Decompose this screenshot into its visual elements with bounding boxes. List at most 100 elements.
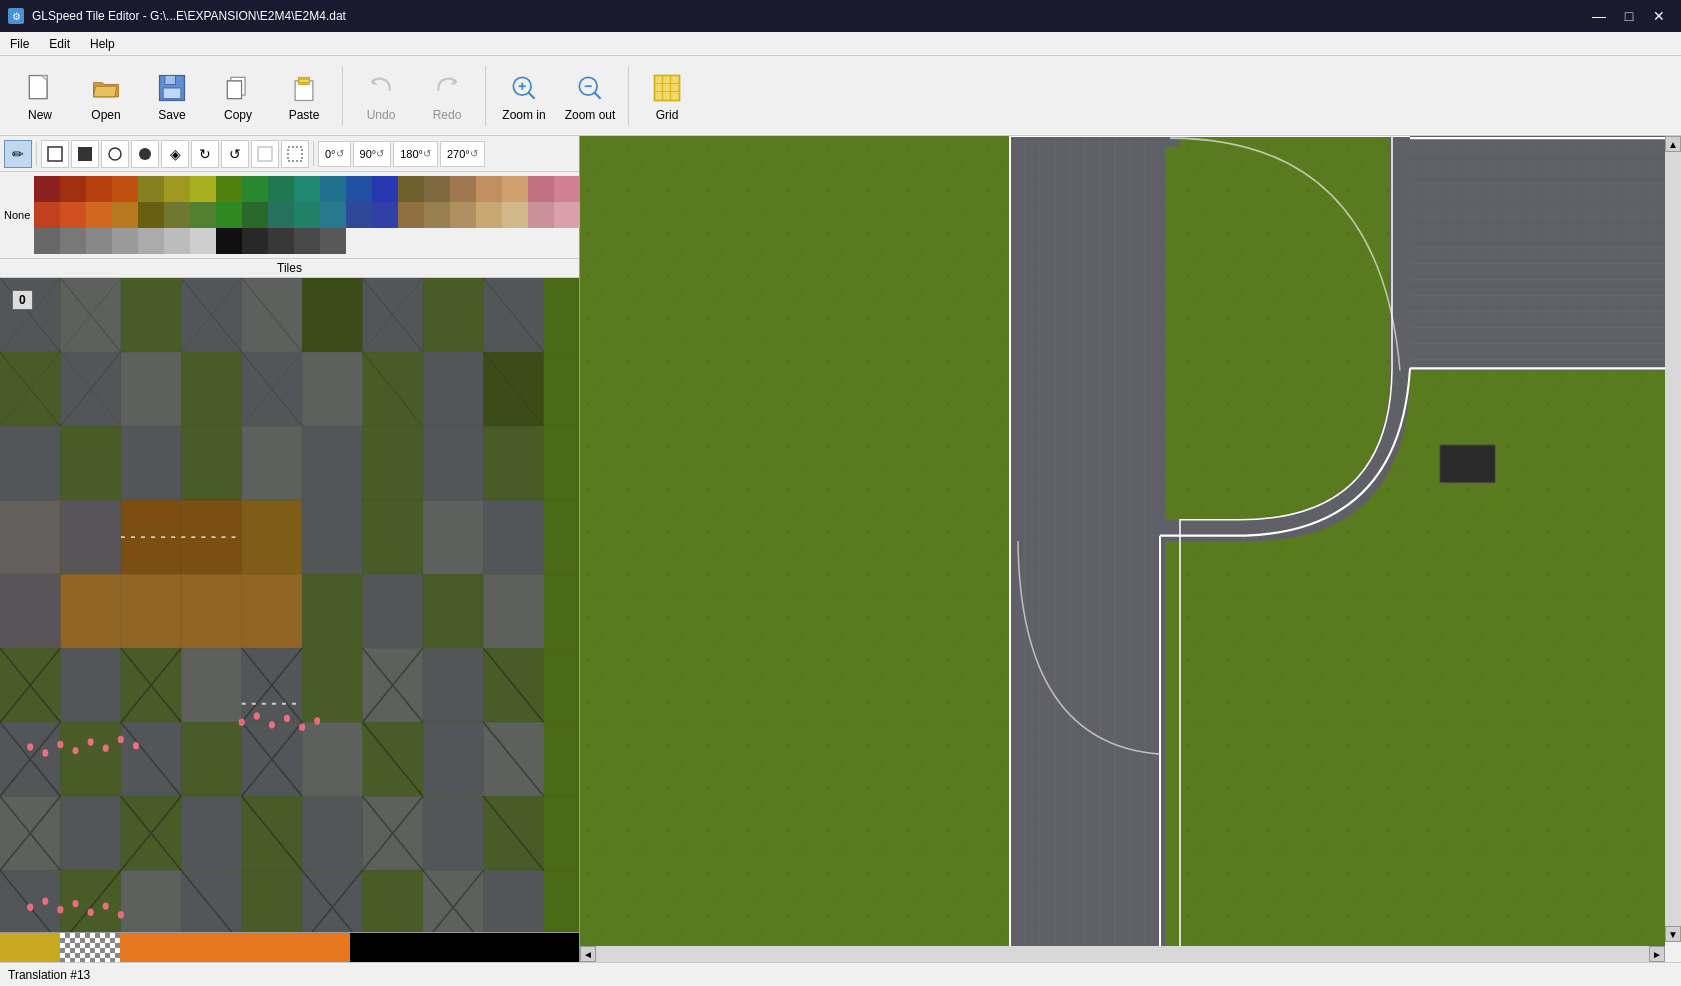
rotation-180-btn[interactable]: 180° ↺ <box>393 141 438 167</box>
swatch-r1c12[interactable] <box>320 176 346 202</box>
toolbar-sep-1 <box>342 66 343 126</box>
swatch-r2c16[interactable] <box>424 202 450 228</box>
pencil-tool[interactable]: ✏ <box>4 140 32 168</box>
swatch-r2c6[interactable] <box>164 202 190 228</box>
maximize-button[interactable]: □ <box>1615 6 1643 26</box>
swatch-r1c11[interactable] <box>294 176 320 202</box>
swatch-r1c16[interactable] <box>424 176 450 202</box>
swatch-r3c11[interactable] <box>294 228 320 254</box>
circle-outline-tool[interactable] <box>101 140 129 168</box>
swatch-r1c2[interactable] <box>60 176 86 202</box>
save-button[interactable]: Save <box>140 61 204 131</box>
menu-help[interactable]: Help <box>80 35 125 53</box>
swatch-r1c14[interactable] <box>372 176 398 202</box>
swatch-r1c18[interactable] <box>476 176 502 202</box>
bottom-black-swatch[interactable] <box>350 933 580 962</box>
swatch-r1c10[interactable] <box>268 176 294 202</box>
menu-edit[interactable]: Edit <box>39 35 80 53</box>
swatch-r2c17[interactable] <box>450 202 476 228</box>
scroll-down-arrow[interactable]: ▼ <box>1665 926 1681 942</box>
title-bar: ⚙ GLSpeed Tile Editor - G:\...E\EXPANSIO… <box>0 0 1681 32</box>
new-button[interactable]: New <box>8 61 72 131</box>
circle-fill-tool[interactable] <box>131 140 159 168</box>
swatch-r3c9[interactable] <box>242 228 268 254</box>
bottom-checker-swatch[interactable] <box>60 933 120 962</box>
swatch-r2c20[interactable] <box>528 202 554 228</box>
fill-tool[interactable]: ◈ <box>161 140 189 168</box>
swatch-r3c5[interactable] <box>138 228 164 254</box>
swatch-r1c15[interactable] <box>398 176 424 202</box>
swatch-r1c19[interactable] <box>502 176 528 202</box>
rotation-90-btn[interactable]: 90° ↺ <box>353 141 392 167</box>
swatch-r3c7[interactable] <box>190 228 216 254</box>
rotation-0-btn[interactable]: 0° ↺ <box>318 141 351 167</box>
swatch-r2c14[interactable] <box>372 202 398 228</box>
swatch-r2c9[interactable] <box>242 202 268 228</box>
swatch-r2c10[interactable] <box>268 202 294 228</box>
swatch-r1c13[interactable] <box>346 176 372 202</box>
scroll-up-arrow[interactable]: ▲ <box>1665 136 1681 152</box>
swatch-r3c8[interactable] <box>216 228 242 254</box>
swatch-r2c7[interactable] <box>190 202 216 228</box>
tiles-canvas[interactable]: 0 <box>0 278 579 932</box>
swatch-r2c18[interactable] <box>476 202 502 228</box>
svg-rect-88 <box>483 426 543 500</box>
swatch-r3c1[interactable] <box>34 228 60 254</box>
swatch-r2c4[interactable] <box>112 202 138 228</box>
swatch-r1c21[interactable] <box>554 176 580 202</box>
swatch-r2c1[interactable] <box>34 202 60 228</box>
rect-fill-tool[interactable] <box>71 140 99 168</box>
swatch-r2c5[interactable] <box>138 202 164 228</box>
swatch-r2c21[interactable] <box>554 202 580 228</box>
swatch-r1c7[interactable] <box>190 176 216 202</box>
copy-button[interactable]: Copy <box>206 61 270 131</box>
scroll-track-horizontal[interactable] <box>596 946 1649 962</box>
swatch-r1c3[interactable] <box>86 176 112 202</box>
swatch-r2c13[interactable] <box>346 202 372 228</box>
toolbar-sep-2 <box>485 66 486 126</box>
swatch-r3c6[interactable] <box>164 228 190 254</box>
swatch-r1c5[interactable] <box>138 176 164 202</box>
scroll-track-vertical[interactable] <box>1665 152 1681 926</box>
swatch-r2c11[interactable] <box>294 202 320 228</box>
swatch-r3c10[interactable] <box>268 228 294 254</box>
swatch-r1c1[interactable] <box>34 176 60 202</box>
viewport-canvas[interactable] <box>580 136 1665 946</box>
swatch-r1c17[interactable] <box>450 176 476 202</box>
rotation-270-btn[interactable]: 270° ↺ <box>440 141 485 167</box>
menu-file[interactable]: File <box>0 35 39 53</box>
swatch-r2c15[interactable] <box>398 202 424 228</box>
eraser-tool[interactable] <box>251 140 279 168</box>
select-tool[interactable] <box>281 140 309 168</box>
swatch-r2c19[interactable] <box>502 202 528 228</box>
redo-button: Redo <box>415 61 479 131</box>
swatch-r3c12[interactable] <box>320 228 346 254</box>
swatch-r3c4[interactable] <box>112 228 138 254</box>
swatch-r1c9[interactable] <box>242 176 268 202</box>
swatch-r2c8[interactable] <box>216 202 242 228</box>
swatch-r2c12[interactable] <box>320 202 346 228</box>
swatch-r1c6[interactable] <box>164 176 190 202</box>
minimize-button[interactable]: — <box>1585 6 1613 26</box>
swatch-r3c3[interactable] <box>86 228 112 254</box>
bottom-orange-swatch[interactable] <box>120 933 350 962</box>
swatch-r3c2[interactable] <box>60 228 86 254</box>
scroll-right-arrow[interactable]: ► <box>1649 946 1665 962</box>
bottom-yellow-swatch[interactable] <box>0 933 60 962</box>
grid-button[interactable]: Grid <box>635 61 699 131</box>
zoom-out-button[interactable]: Zoom out <box>558 61 622 131</box>
swatch-r2c3[interactable] <box>86 202 112 228</box>
swatch-r1c20[interactable] <box>528 176 554 202</box>
swatch-r2c2[interactable] <box>60 202 86 228</box>
zoom-in-button[interactable]: Zoom in <box>492 61 556 131</box>
open-button[interactable]: Open <box>74 61 138 131</box>
rotate-cw-tool[interactable]: ↻ <box>191 140 219 168</box>
svg-rect-65 <box>302 352 362 426</box>
rect-outline-tool[interactable] <box>41 140 69 168</box>
paste-button[interactable]: Paste <box>272 61 336 131</box>
scroll-left-arrow[interactable]: ◄ <box>580 946 596 962</box>
rotate-ccw-tool[interactable]: ↺ <box>221 140 249 168</box>
swatch-r1c4[interactable] <box>112 176 138 202</box>
close-button[interactable]: ✕ <box>1645 6 1673 26</box>
swatch-r1c8[interactable] <box>216 176 242 202</box>
